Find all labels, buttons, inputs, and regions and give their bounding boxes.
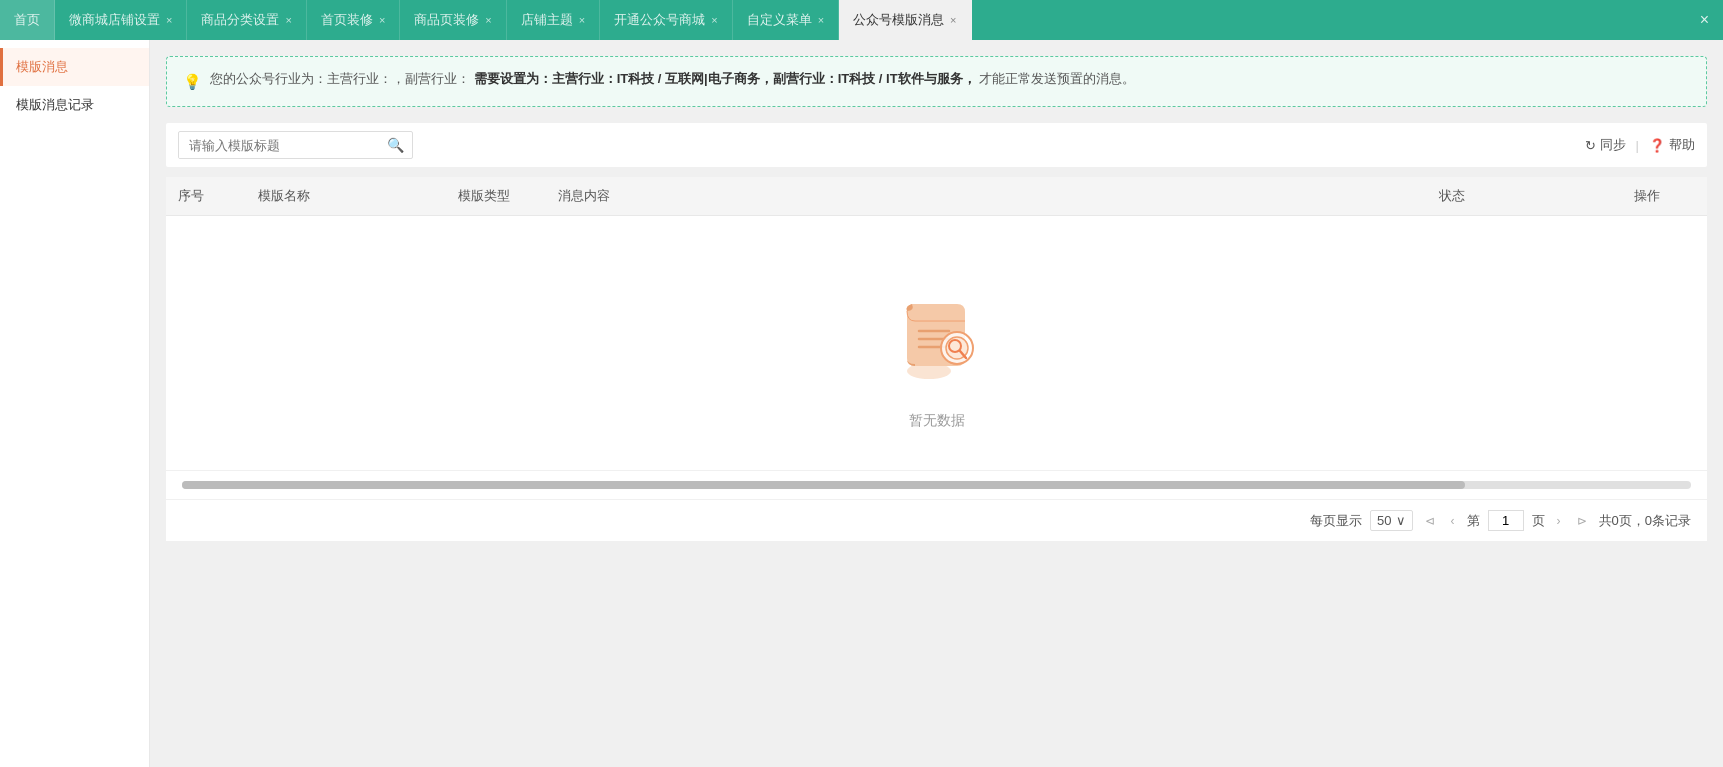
tab-store-settings[interactable]: 微商城店铺设置 × (55, 0, 187, 40)
tab-category-settings[interactable]: 商品分类设置 × (187, 0, 306, 40)
fake-scrollbar-inner (182, 481, 1465, 489)
tab-homepage-decoration-label: 首页装修 (321, 11, 373, 29)
content-area: 💡 您的公众号行业为：主营行业：，副营行业： 需要设置为：主营行业：IT科技 /… (150, 40, 1723, 767)
sidebar-item-template-message-log[interactable]: 模版消息记录 (0, 86, 149, 124)
help-icon: ❓ (1649, 138, 1665, 153)
tab-category-settings-close[interactable]: × (285, 15, 291, 26)
page-next-button[interactable]: › (1553, 512, 1565, 530)
top-nav: 首页 微商城店铺设置 × 商品分类设置 × 首页装修 × 商品页装修 × 店铺主… (0, 0, 1723, 40)
tab-product-decoration-close[interactable]: × (485, 15, 491, 26)
main-layout: 模版消息 模版消息记录 💡 您的公众号行业为：主营行业：，副营行业： 需要设置为… (0, 40, 1723, 767)
page-size-select[interactable]: 50 ∨ (1370, 510, 1412, 531)
help-button[interactable]: ❓ 帮助 (1649, 136, 1695, 154)
sync-button[interactable]: ↻ 同步 (1585, 136, 1626, 154)
sync-icon: ↻ (1585, 138, 1596, 153)
tab-template-message-label: 公众号模版消息 (853, 11, 944, 29)
tab-home-label: 首页 (14, 11, 40, 29)
tab-open-mall-label: 开通公众号商城 (614, 11, 705, 29)
tab-store-theme-label: 店铺主题 (521, 11, 573, 29)
tab-template-message-close[interactable]: × (950, 15, 956, 26)
toolbar: 🔍 ↻ 同步 | ❓ 帮助 (166, 123, 1707, 167)
tab-custom-menu-close[interactable]: × (818, 15, 824, 26)
fake-scrollbar[interactable] (182, 481, 1691, 489)
th-seq: 序号 (166, 177, 246, 215)
tab-store-settings-close[interactable]: × (166, 15, 172, 26)
chevron-down-icon: ∨ (1396, 513, 1406, 528)
tab-custom-menu-label: 自定义菜单 (747, 11, 812, 29)
notice-highlight: 需要设置为：主营行业：IT科技 / 互联网|电子商务，副营行业：IT科技 / I… (474, 71, 976, 86)
pagination: 每页显示 50 ∨ ⊲ ‹ 第 页 › ⊳ 共0页，0条记录 (166, 499, 1707, 541)
table-header: 序号 模版名称 模版类型 消息内容 状态 操作 (166, 177, 1707, 216)
tab-category-settings-label: 商品分类设置 (201, 11, 279, 29)
total-info: 共0页，0条记录 (1599, 512, 1691, 530)
th-content: 消息内容 (546, 177, 1427, 215)
sidebar-item-template-message[interactable]: 模版消息 (0, 48, 149, 86)
scrollbar-area (166, 470, 1707, 499)
page-input[interactable] (1488, 510, 1524, 531)
search-input[interactable] (179, 133, 379, 158)
notice-prefix: 您的公众号行业为：主营行业：，副营行业： (210, 71, 470, 86)
empty-state: 暂无数据 (166, 216, 1707, 470)
toolbar-right: ↻ 同步 | ❓ 帮助 (1585, 136, 1695, 154)
notice-icon: 💡 (183, 70, 202, 94)
empty-state-icon (877, 276, 997, 396)
tab-store-theme-close[interactable]: × (579, 15, 585, 26)
close-all-button[interactable]: × (1686, 11, 1723, 29)
notice-text: 您的公众号行业为：主营行业：，副营行业： 需要设置为：主营行业：IT科技 / 互… (210, 69, 1135, 90)
tab-custom-menu[interactable]: 自定义菜单 × (733, 0, 839, 40)
th-action: 操作 (1587, 177, 1707, 215)
sidebar: 模版消息 模版消息记录 (0, 40, 150, 767)
page-first-button[interactable]: ⊲ (1421, 512, 1439, 530)
search-button[interactable]: 🔍 (379, 132, 412, 158)
tab-homepage-decoration-close[interactable]: × (379, 15, 385, 26)
sync-label: 同步 (1600, 136, 1626, 154)
tab-store-settings-label: 微商城店铺设置 (69, 11, 160, 29)
sidebar-item-template-message-log-label: 模版消息记录 (16, 97, 94, 112)
notice-box: 💡 您的公众号行业为：主营行业：，副营行业： 需要设置为：主营行业：IT科技 /… (166, 56, 1707, 107)
empty-text: 暂无数据 (909, 412, 965, 430)
page-size-value: 50 (1377, 513, 1391, 528)
help-label: 帮助 (1669, 136, 1695, 154)
tab-product-decoration[interactable]: 商品页装修 × (400, 0, 506, 40)
th-type: 模版类型 (446, 177, 546, 215)
search-icon: 🔍 (387, 137, 404, 153)
search-box: 🔍 (178, 131, 413, 159)
th-name: 模版名称 (246, 177, 446, 215)
tab-homepage-decoration[interactable]: 首页装修 × (307, 0, 400, 40)
tab-template-message[interactable]: 公众号模版消息 × (839, 0, 971, 40)
th-status: 状态 (1427, 177, 1587, 215)
page-prev-button[interactable]: ‹ (1447, 512, 1459, 530)
page-label-text: 第 (1467, 512, 1480, 530)
page-size-label: 每页显示 (1310, 512, 1362, 530)
notice-suffix: 才能正常发送预置的消息。 (979, 71, 1135, 86)
tab-home[interactable]: 首页 (0, 0, 55, 40)
tab-open-mall-close[interactable]: × (711, 15, 717, 26)
sidebar-item-template-message-label: 模版消息 (16, 59, 68, 74)
table-wrap: 序号 模版名称 模版类型 消息内容 状态 操作 (166, 177, 1707, 541)
tab-store-theme[interactable]: 店铺主题 × (507, 0, 600, 40)
tab-open-mall[interactable]: 开通公众号商城 × (600, 0, 732, 40)
page-last-button[interactable]: ⊳ (1573, 512, 1591, 530)
tab-product-decoration-label: 商品页装修 (414, 11, 479, 29)
toolbar-divider: | (1636, 138, 1639, 153)
page-unit: 页 (1532, 512, 1545, 530)
